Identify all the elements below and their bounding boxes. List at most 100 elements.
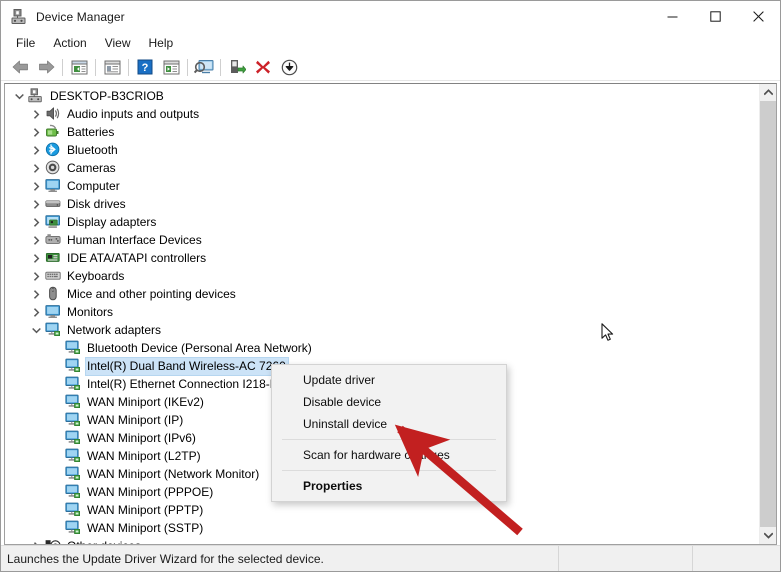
properties-icon[interactable] (66, 55, 92, 79)
scroll-up-button[interactable] (760, 84, 776, 101)
monitor-icon (45, 178, 62, 194)
tree-item[interactable]: WAN Miniport (SSTP) (5, 519, 760, 537)
disk-drive-icon (45, 196, 62, 212)
chevron-right-icon[interactable] (28, 109, 45, 119)
chevron-right-icon[interactable] (28, 127, 45, 137)
tree-item[interactable]: Network adapters (5, 321, 760, 339)
tree-item[interactable]: Monitors (5, 303, 760, 321)
context-menu-item[interactable]: Disable device (272, 391, 506, 413)
chevron-right-icon[interactable] (28, 163, 45, 173)
tree-item-label: WAN Miniport (IKEv2) (87, 394, 204, 409)
tree-item-label: WAN Miniport (Network Monitor) (87, 466, 260, 481)
tree-item-label: Intel(R) Dual Band Wireless-AC 7260 (85, 356, 289, 376)
tree-item[interactable]: Audio inputs and outputs (5, 105, 760, 123)
tree-item-label: Human Interface Devices (67, 232, 202, 247)
tree-item[interactable]: Disk drives (5, 195, 760, 213)
menu-view[interactable]: View (96, 34, 140, 52)
enable-device-icon[interactable] (224, 55, 250, 79)
tree-item[interactable]: Human Interface Devices (5, 231, 760, 249)
device-manager-icon (11, 8, 28, 25)
download-icon[interactable] (276, 55, 302, 79)
context-menu-separator (282, 470, 496, 471)
tree-item[interactable]: Bluetooth Device (Personal Area Network) (5, 339, 760, 357)
context-menu-item[interactable]: Properties (272, 475, 506, 497)
tree-item[interactable]: Mice and other pointing devices (5, 285, 760, 303)
keyboard-icon (45, 268, 62, 284)
vertical-scrollbar[interactable] (759, 84, 776, 544)
chevron-right-icon[interactable] (28, 271, 45, 281)
toolbar-separator (128, 58, 129, 76)
minimize-button[interactable] (651, 1, 694, 32)
chevron-down-icon[interactable] (28, 326, 45, 335)
close-button[interactable] (737, 1, 780, 32)
context-menu[interactable]: Update driver Disable device Uninstall dev… (271, 364, 507, 502)
toolbar: ? (1, 54, 780, 81)
show-hidden-devices-icon[interactable] (99, 55, 125, 79)
tree-item-label: WAN Miniport (IP) (87, 412, 184, 427)
update-driver-icon[interactable] (158, 55, 184, 79)
network-adapter-icon (65, 448, 82, 464)
tree-item[interactable]: Keyboards (5, 267, 760, 285)
menu-help[interactable]: Help (140, 34, 183, 52)
menu-bar: File Action View Help (1, 32, 780, 54)
network-adapter-icon (65, 502, 82, 518)
maximize-button[interactable] (694, 1, 737, 32)
context-menu-item[interactable]: Scan for hardware changes (272, 444, 506, 466)
tree-item-label: IDE ATA/ATAPI controllers (67, 250, 207, 265)
ide-controller-icon (45, 250, 62, 266)
chevron-right-icon[interactable] (28, 289, 45, 299)
tree-item-label: WAN Miniport (IPv6) (87, 430, 196, 445)
scrollbar-thumb[interactable] (760, 101, 776, 527)
chevron-right-icon[interactable] (28, 217, 45, 227)
menu-action[interactable]: Action (44, 34, 95, 52)
tree-item[interactable]: DESKTOP-B3CRIOB (5, 87, 760, 105)
tree-item-label: WAN Miniport (PPPOE) (87, 484, 214, 499)
tree-item-label: Mice and other pointing devices (67, 286, 236, 301)
uninstall-device-icon[interactable] (250, 55, 276, 79)
chevron-right-icon[interactable] (28, 253, 45, 263)
svg-text:?: ? (53, 542, 58, 544)
chevron-right-icon[interactable] (28, 235, 45, 245)
status-bar: Launches the Update Driver Wizard for th… (1, 545, 780, 571)
unknown-device-icon: ? (45, 538, 62, 544)
chevron-right-icon[interactable] (28, 199, 45, 209)
tree-item-label: WAN Miniport (L2TP) (87, 448, 201, 463)
tree-item[interactable]: Bluetooth (5, 141, 760, 159)
mouse-cursor (601, 323, 614, 347)
network-adapter-icon (65, 340, 82, 356)
context-menu-item[interactable]: Uninstall device (272, 413, 506, 435)
tree-item[interactable]: WAN Miniport (PPTP) (5, 501, 760, 519)
chevron-down-icon[interactable] (11, 92, 28, 101)
back-icon[interactable] (7, 55, 33, 79)
help-icon[interactable]: ? (132, 55, 158, 79)
tree-item-label: WAN Miniport (PPTP) (87, 502, 204, 517)
tree-item[interactable]: Batteries (5, 123, 760, 141)
toolbar-separator (220, 58, 221, 76)
forward-icon[interactable] (33, 55, 59, 79)
context-menu-item[interactable]: Update driver (272, 369, 506, 391)
context-menu-separator (282, 439, 496, 440)
tree-item[interactable]: Cameras (5, 159, 760, 177)
tree-item[interactable]: Display adapters (5, 213, 760, 231)
tree-item[interactable]: ? Other devices (5, 537, 760, 544)
menu-file[interactable]: File (7, 34, 44, 52)
tree-item-label: Computer (67, 178, 120, 193)
network-adapter-icon (65, 358, 82, 374)
scroll-down-button[interactable] (760, 527, 776, 544)
tree-item-label: DESKTOP-B3CRIOB (50, 88, 164, 103)
network-adapter-icon (65, 520, 82, 536)
mouse-icon (45, 286, 62, 302)
bluetooth-icon (45, 142, 62, 158)
chevron-right-icon[interactable] (28, 181, 45, 191)
scan-for-hardware-changes-icon[interactable] (191, 55, 217, 79)
chevron-right-icon[interactable] (28, 145, 45, 155)
window-title: Device Manager (36, 9, 125, 24)
chevron-right-icon[interactable] (28, 307, 45, 317)
tree-item[interactable]: IDE ATA/ATAPI controllers (5, 249, 760, 267)
tree-item-label: Network adapters (67, 322, 162, 337)
svg-text:?: ? (142, 62, 149, 74)
tree-item-label: Monitors (67, 304, 114, 319)
chevron-right-icon[interactable] (28, 541, 45, 544)
tree-item-label: Display adapters (67, 214, 157, 229)
tree-item[interactable]: Computer (5, 177, 760, 195)
